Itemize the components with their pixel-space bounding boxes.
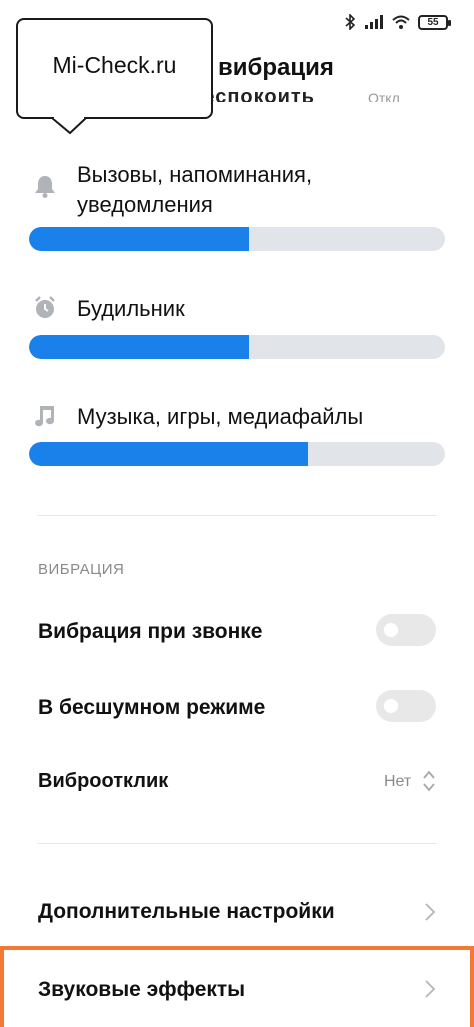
setting-label: Виброотклик xyxy=(38,770,169,792)
watermark-callout: Mi-Check.ru xyxy=(16,18,213,135)
volume-label-calls: Вызовы, напоминания, уведомления xyxy=(77,162,313,217)
highlight-frame xyxy=(0,946,474,1027)
callout-tail xyxy=(52,117,87,135)
volume-label-alarm: Будильник xyxy=(77,296,185,321)
setting-label: Вибрация при звонке xyxy=(38,620,263,643)
volume-slider-calls[interactable] xyxy=(29,227,445,251)
volume-slider-alarm[interactable] xyxy=(29,335,445,359)
setting-haptic-feedback[interactable]: Виброотклик Нет xyxy=(0,752,474,812)
divider xyxy=(38,843,436,844)
page-title: вибрация xyxy=(218,54,334,81)
section-title-vibration: ВИБРАЦИЯ xyxy=(38,561,125,578)
wifi-icon xyxy=(392,15,410,29)
volume-label-media: Музыка, игры, медиафайлы xyxy=(77,404,364,429)
status-icons: 55 xyxy=(344,14,451,30)
divider xyxy=(38,515,436,516)
setting-label: Дополнительные настройки xyxy=(38,900,335,923)
toggle-knob xyxy=(384,699,398,713)
clipped-row-value: Откл xyxy=(368,90,400,102)
bluetooth-icon xyxy=(345,14,356,30)
slider-fill xyxy=(29,227,250,251)
setting-ring-vibration[interactable]: Вибрация при звонке xyxy=(0,600,474,660)
up-down-chevron-icon xyxy=(423,770,435,792)
ring-vibration-toggle[interactable] xyxy=(376,614,436,646)
haptic-value: Нет xyxy=(384,773,412,790)
chevron-right-icon xyxy=(425,903,436,921)
music-note-icon xyxy=(35,406,54,427)
toggle-knob xyxy=(384,623,398,637)
battery-icon: 55 xyxy=(418,14,451,30)
setting-additional-settings[interactable]: Дополнительные настройки xyxy=(0,882,474,942)
slider-fill xyxy=(29,335,250,359)
watermark-text: Mi-Check.ru xyxy=(52,52,177,78)
battery-level: 55 xyxy=(427,16,439,28)
silent-mode-toggle[interactable] xyxy=(376,690,436,722)
bell-icon xyxy=(35,176,55,198)
setting-label: В бесшумном режиме xyxy=(38,696,266,719)
alarm-clock-icon xyxy=(35,296,55,318)
signal-icon xyxy=(365,15,383,29)
volume-slider-media[interactable] xyxy=(29,442,445,466)
slider-fill xyxy=(29,442,308,466)
setting-silent-mode[interactable]: В бесшумном режиме xyxy=(0,676,474,736)
